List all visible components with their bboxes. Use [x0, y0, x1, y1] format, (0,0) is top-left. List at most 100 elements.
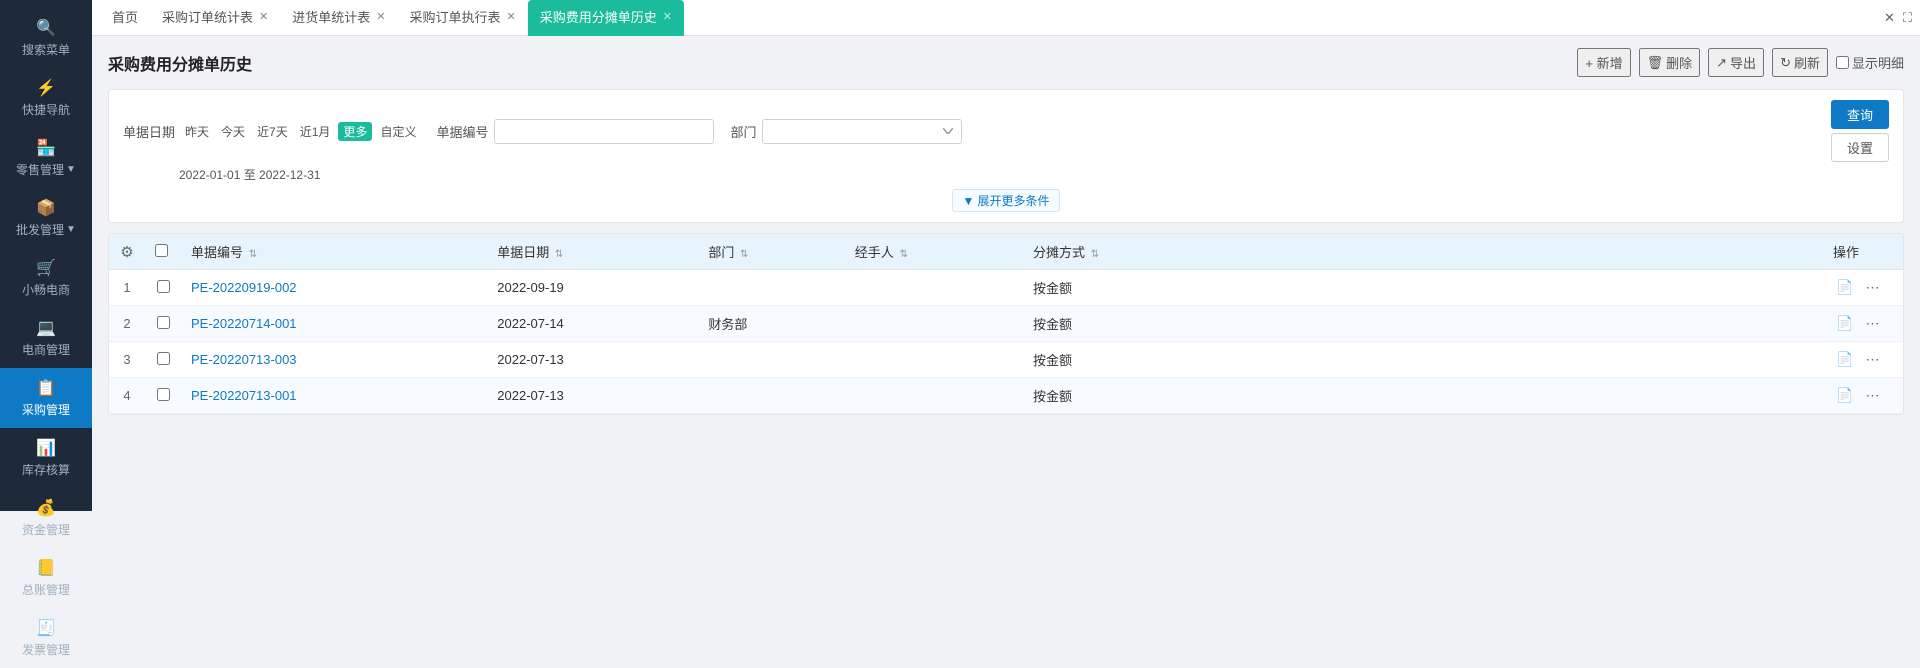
tab-close-icon[interactable]: ✕ [507, 10, 516, 23]
sidebar-icon: 🔍 [4, 18, 88, 38]
more-action-icon[interactable]: ⋯ [1862, 385, 1882, 406]
doc-num-filter: 单据编号 [436, 119, 714, 144]
cell-dept [698, 378, 844, 414]
table-row: 4 PE-20220713-001 2022-07-13 按金额 📄 ⋯ [109, 378, 1903, 414]
col-settings[interactable]: ⚙ [109, 234, 145, 270]
cell-checkbox [145, 378, 181, 414]
more-action-icon[interactable]: ⋯ [1862, 313, 1882, 334]
view-icon[interactable]: 📄 [1833, 313, 1856, 334]
expand-more-button[interactable]: ▼ 展开更多条件 [952, 189, 1061, 212]
tab-采购订单执行表[interactable]: 采购订单执行表✕ [397, 0, 527, 36]
cell-action: 📄 ⋯ [1823, 342, 1903, 378]
main-area: 首页采购订单统计表✕进货单统计表✕采购订单执行表✕采购费用分摊单历史✕ ✕ ⛶ … [92, 0, 1920, 511]
doc-link[interactable]: PE-20220713-003 [191, 352, 297, 367]
table-row: 1 PE-20220919-002 2022-09-19 按金额 📄 ⋯ [109, 270, 1903, 306]
sidebar-item-小畅电商[interactable]: 🛒小畅电商 [0, 248, 92, 308]
view-icon[interactable]: 📄 [1833, 277, 1856, 298]
tab-label: 首页 [112, 7, 138, 26]
1month-shortcut[interactable]: 近1月 [296, 122, 335, 141]
filter-settings-button[interactable]: 设置 [1831, 133, 1889, 162]
more-shortcut[interactable]: 更多 [338, 122, 372, 141]
custom-shortcut[interactable]: 自定义 [376, 122, 420, 141]
today-shortcut[interactable]: 今天 [217, 122, 249, 141]
sidebar-icon: 🧾 [4, 618, 88, 638]
col-split-method[interactable]: 分摊方式 ⇅ [1023, 234, 1823, 270]
cell-action: 📄 ⋯ [1823, 378, 1903, 414]
col-dept[interactable]: 部门 ⇅ [698, 234, 844, 270]
export-button[interactable]: ↗ 导出 [1708, 48, 1764, 77]
sidebar-label: 资金管理 [22, 523, 70, 537]
sort-icon-doc-num: ⇅ [249, 249, 257, 260]
sidebar-item-电商管理[interactable]: 💻 电商管理 [0, 308, 92, 368]
refresh-button[interactable]: ↻ 刷新 [1772, 48, 1828, 77]
add-button[interactable]: + 新增 [1577, 48, 1630, 77]
col-doc-date[interactable]: 单据日期 ⇅ [487, 234, 698, 270]
dept-select[interactable]: 财务部 [762, 119, 962, 144]
tab-采购费用分摊单历史[interactable]: 采购费用分摊单历史 ✕ [528, 0, 684, 36]
sidebar-item-采购管理[interactable]: 📋采购管理 [0, 368, 92, 428]
col-action: 操作 [1823, 234, 1903, 270]
yesterday-shortcut[interactable]: 昨天 [181, 122, 213, 141]
sidebar-icon: 🛒 [4, 258, 88, 278]
row-checkbox[interactable] [157, 280, 170, 293]
tab-label: 进货单统计表 [292, 7, 370, 26]
view-icon[interactable]: 📄 [1833, 349, 1856, 370]
tab-close-icon[interactable]: ✕ [259, 10, 268, 23]
tab-首页[interactable]: 首页 [100, 0, 150, 36]
cell-doc-date: 2022-07-14 [487, 306, 698, 342]
col-handler[interactable]: 经手人 ⇅ [845, 234, 1023, 270]
show-columns-checkbox[interactable] [1836, 56, 1849, 69]
table-row: 3 PE-20220713-003 2022-07-13 按金额 📄 ⋯ [109, 342, 1903, 378]
doc-link[interactable]: PE-20220713-001 [191, 388, 297, 403]
search-button[interactable]: 查询 [1831, 100, 1889, 129]
expand-window-icon[interactable]: ⛶ [1903, 10, 1912, 26]
tab-bar-actions: ✕ ⛶ [1884, 10, 1912, 26]
sidebar-label: 批发管理 [16, 221, 64, 238]
doc-link[interactable]: PE-20220714-001 [191, 316, 297, 331]
doc-link[interactable]: PE-20220919-002 [191, 280, 297, 295]
cell-handler [845, 378, 1023, 414]
col-doc-num[interactable]: 单据编号 ⇅ [181, 234, 487, 270]
sidebar-icon: 📒 [4, 558, 88, 578]
table-row: 2 PE-20220714-001 2022-07-14 财务部 按金额 📄 ⋯ [109, 306, 1903, 342]
more-action-icon[interactable]: ⋯ [1862, 349, 1882, 370]
sidebar-item-快捷导航[interactable]: ⚡快捷导航 [0, 68, 92, 128]
sidebar-item-资金管理[interactable]: 💰资金管理 [0, 488, 92, 548]
cell-doc-date: 2022-07-13 [487, 342, 698, 378]
sidebar-item-总账管理[interactable]: 📒总账管理 [0, 548, 92, 608]
cell-dept [698, 270, 844, 306]
tab-采购订单统计表[interactable]: 采购订单统计表✕ [150, 0, 280, 36]
table-header-row: ⚙ 单据编号 ⇅ 单据日期 ⇅ [109, 234, 1903, 270]
sidebar-label: 电商管理 [22, 343, 70, 357]
sidebar-item-批发管理[interactable]: 📦批发管理▼ [0, 188, 92, 248]
sidebar-icon: ⚡ [4, 78, 88, 98]
dept-filter: 部门 财务部 [730, 119, 962, 144]
view-icon[interactable]: 📄 [1833, 385, 1856, 406]
sidebar-item-搜索菜单[interactable]: 🔍搜索菜单 [0, 8, 92, 68]
7days-shortcut[interactable]: 近7天 [253, 122, 292, 141]
row-checkbox[interactable] [157, 352, 170, 365]
filter-area: 单据日期 昨天 今天 近7天 近1月 更多 自定义 单据编号 部门 [108, 89, 1904, 223]
more-action-icon[interactable]: ⋯ [1862, 277, 1882, 298]
delete-button[interactable]: 🗑 删除 [1639, 48, 1701, 77]
tab-label: 采购费用分摊单历史 [540, 7, 657, 26]
close-window-icon[interactable]: ✕ [1884, 10, 1895, 26]
row-checkbox[interactable] [157, 388, 170, 401]
doc-num-input[interactable] [494, 119, 714, 144]
row-checkbox[interactable] [157, 316, 170, 329]
column-gear-icon[interactable]: ⚙ [120, 244, 133, 261]
show-columns-toggle[interactable]: 显示明细 [1836, 53, 1904, 72]
tab-进货单统计表[interactable]: 进货单统计表 ✕ [280, 0, 397, 36]
sort-icon-handler: ⇅ [899, 249, 907, 260]
cell-handler [845, 342, 1023, 378]
cell-checkbox [145, 270, 181, 306]
tab-close-icon[interactable]: ✕ [376, 10, 385, 23]
refresh-icon: ↻ [1780, 55, 1791, 71]
select-all-checkbox[interactable] [155, 244, 168, 257]
sidebar-icon: 💻 [4, 318, 88, 338]
tab-close-icon[interactable]: ✕ [663, 10, 672, 23]
sidebar-item-零售管理[interactable]: 🏪零售管理▼ [0, 128, 92, 188]
sidebar-item-发票管理[interactable]: 🧾发票管理 [0, 608, 92, 668]
export-icon: ↗ [1716, 55, 1727, 71]
sidebar-item-库存核算[interactable]: 📊库存核算 [0, 428, 92, 488]
